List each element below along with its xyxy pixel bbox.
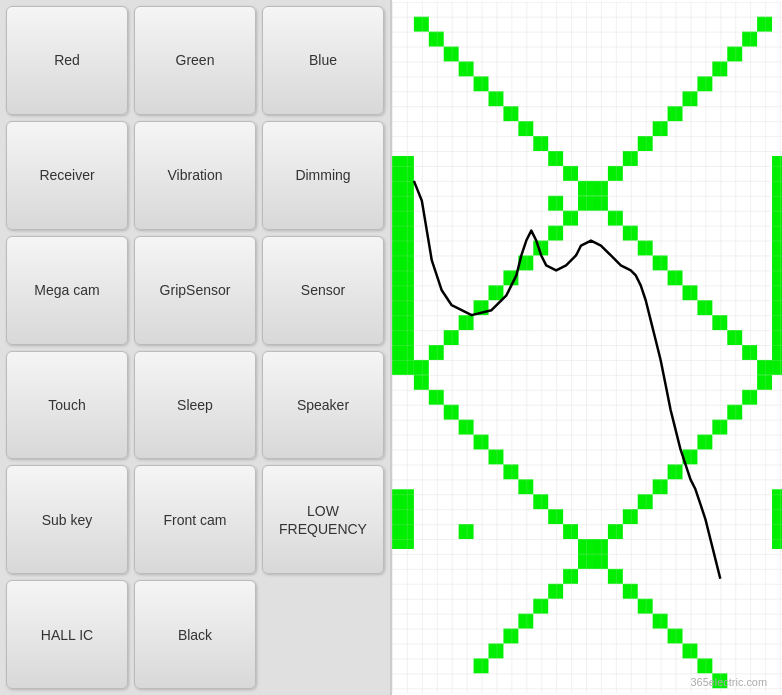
svg-rect-97 [392,2,782,693]
btn-front-cam[interactable]: Front cam [134,465,256,574]
btn-hall-ic[interactable]: HALL IC [6,580,128,689]
btn-blue[interactable]: Blue [262,6,384,115]
btn-dimming[interactable]: Dimming [262,121,384,230]
visualization-panel: 365electric.com [390,0,782,695]
btn-receiver[interactable]: Receiver [6,121,128,230]
btn-sleep[interactable]: Sleep [134,351,256,460]
btn-grip-sensor[interactable]: GripSensor [134,236,256,345]
btn-speaker[interactable]: Speaker [262,351,384,460]
svg-text:365electric.com: 365electric.com [690,676,767,688]
signal-chart: 365electric.com [392,0,782,695]
btn-green[interactable]: Green [134,6,256,115]
btn-sensor[interactable]: Sensor [262,236,384,345]
btn-touch[interactable]: Touch [6,351,128,460]
btn-low-frequency[interactable]: LOW FREQUENCY [262,465,384,574]
btn-mega-cam[interactable]: Mega cam [6,236,128,345]
empty-slot [262,580,384,689]
btn-vibration[interactable]: Vibration [134,121,256,230]
btn-sub-key[interactable]: Sub key [6,465,128,574]
btn-black[interactable]: Black [134,580,256,689]
button-grid: Red Green Blue Receiver Vibration Dimmin… [0,0,390,695]
btn-red[interactable]: Red [6,6,128,115]
